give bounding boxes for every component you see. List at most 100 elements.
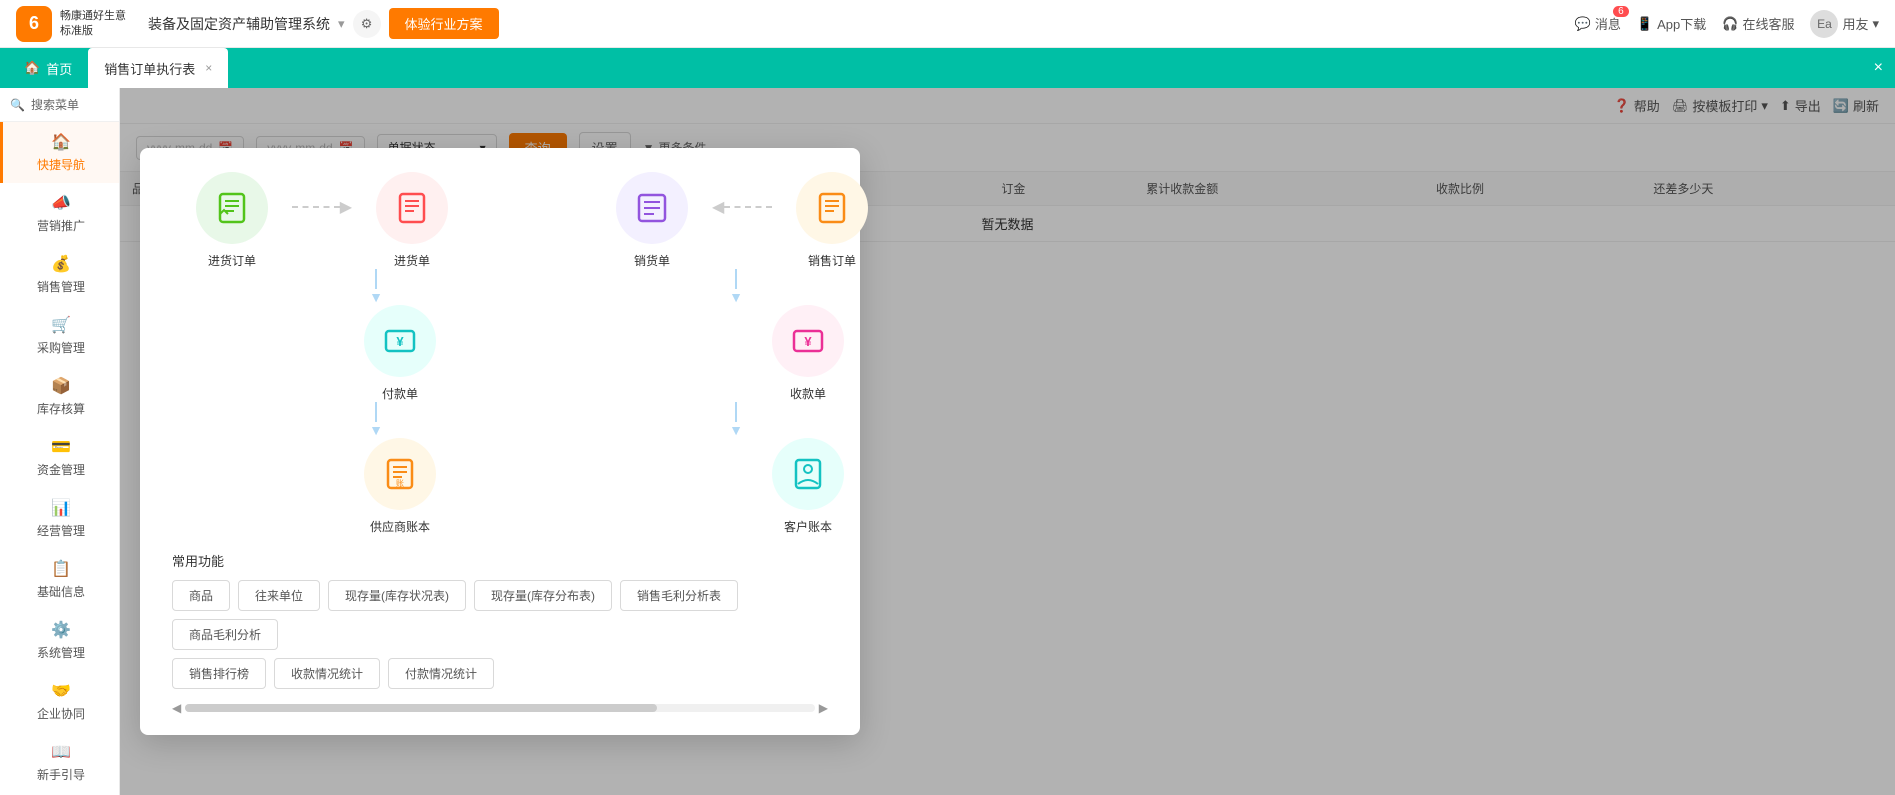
tab-sales-order-exec[interactable]: 销售订单执行表 × [88, 48, 228, 88]
sidebar-item-basic-info[interactable]: 📋 基础信息 [0, 549, 119, 610]
sidebar-item-sales-mgmt[interactable]: 💰 销售管理 [0, 244, 119, 305]
sidebar-item-marketing[interactable]: 📣 营销推广 [0, 183, 119, 244]
app-container: 6 畅康通好生意 标准版 装备及固定资产辅助管理系统 ▾ ⚙ 体验行业方案 💬 … [0, 0, 1895, 795]
message-icon: 💬 [1575, 16, 1591, 32]
sidebar-item-purchase-mgmt[interactable]: 🛒 采购管理 [0, 305, 119, 366]
purchase-icon: 🛒 [51, 315, 71, 335]
sidebar: 🔍 搜索菜单 🏠 快捷导航 📣 营销推广 💰 销售管理 🛒 采购管理 📦 [0, 88, 120, 795]
func-btn-payment-stats[interactable]: 付款情况统计 [388, 658, 494, 689]
modal-scrollbar: ◀ ▶ [172, 701, 828, 715]
online-service-btn[interactable]: 🎧 在线客服 [1722, 14, 1794, 33]
user-btn[interactable]: Ea 用友 ▾ [1810, 10, 1879, 38]
flow-node-supplier-ledger[interactable]: 账 供应商账本 [340, 438, 460, 535]
settings-icon[interactable]: ⚙ [353, 10, 381, 38]
sidebar-item-business-mgmt[interactable]: 📊 经营管理 [0, 488, 119, 549]
purchase-order-circle [196, 172, 268, 244]
guide-icon: 📖 [51, 742, 71, 762]
func-btn-collection-stats[interactable]: 收款情况统计 [274, 658, 380, 689]
sales-bill-circle [616, 172, 688, 244]
home-icon: 🏠 [24, 60, 40, 76]
sidebar-search[interactable]: 🔍 搜索菜单 [0, 88, 119, 122]
flow-diagram: 进货订单 ▶ 进 [172, 172, 828, 535]
app-download-btn[interactable]: 📱 App下载 [1637, 14, 1706, 33]
message-btn[interactable]: 💬 消息 6 [1575, 14, 1621, 33]
func-btn-sales-ranking[interactable]: 销售排行榜 [172, 658, 266, 689]
svg-text:¥: ¥ [396, 334, 404, 349]
func-buttons-row-2: 销售排行榜 收款情况统计 付款情况统计 [172, 658, 828, 689]
avatar: Ea [1810, 10, 1838, 38]
arrow-purchase-order-to-bill: ▶ [292, 197, 352, 245]
sidebar-item-enterprise[interactable]: 🤝 企业协同 [0, 671, 119, 732]
fund-icon: 💳 [51, 437, 71, 457]
receipt-bill-circle: ¥ [772, 305, 844, 377]
user-dropdown-icon: ▾ [1872, 16, 1879, 32]
customer-ledger-circle [772, 438, 844, 510]
scrollbar-thumb [185, 704, 657, 712]
func-buttons-row-1: 商品 往来单位 现存量(库存状况表) 现存量(库存分布表) 销售毛利分析表 商品… [172, 580, 828, 650]
tab-home[interactable]: 🏠 首页 [8, 48, 88, 88]
svg-text:账: 账 [396, 479, 404, 488]
system-name: 装备及固定资产辅助管理系统 [148, 14, 330, 34]
nav-bar: 🏠 首页 销售订单执行表 × × [0, 48, 1895, 88]
flow-node-purchase-bill[interactable]: 进货单 [352, 172, 472, 269]
svg-text:¥: ¥ [804, 334, 812, 349]
flow-row-arrows-2: ▼ ▼ [172, 402, 772, 438]
app-download-icon: 📱 [1637, 16, 1653, 32]
enterprise-icon: 🤝 [51, 681, 71, 701]
func-btn-inventory-dist[interactable]: 现存量(库存分布表) [474, 580, 612, 611]
logo-area: 6 畅康通好生意 标准版 [16, 6, 136, 42]
sales-order-circle [796, 172, 868, 244]
sidebar-item-quick-nav[interactable]: 🏠 快捷导航 [0, 122, 119, 183]
business-icon: 📊 [51, 498, 71, 518]
func-btn-product-profit[interactable]: 商品毛利分析 [172, 619, 278, 650]
quick-nav-modal: 进货订单 ▶ 进 [140, 148, 860, 735]
try-button[interactable]: 体验行业方案 [389, 8, 499, 39]
headset-icon: 🎧 [1722, 16, 1738, 32]
system-title: 装备及固定资产辅助管理系统 ▾ ⚙ 体验行业方案 [148, 8, 1563, 39]
purchase-bill-circle [376, 172, 448, 244]
scrollbar-track[interactable] [185, 704, 815, 712]
func-btn-inventory-status[interactable]: 现存量(库存状况表) [328, 580, 466, 611]
flow-row-3: 账 供应商账本 客户账本 [172, 438, 868, 535]
main-layout: 🔍 搜索菜单 🏠 快捷导航 📣 营销推广 💰 销售管理 🛒 采购管理 📦 [0, 88, 1895, 795]
flow-node-purchase-order[interactable]: 进货订单 [172, 172, 292, 269]
sales-icon: 💰 [51, 254, 71, 274]
flow-row-1: 进货订单 ▶ 进 [172, 172, 892, 269]
nav-close-icon[interactable]: × [1874, 59, 1883, 77]
sidebar-item-new-guide[interactable]: 📖 新手引导 [0, 732, 119, 793]
sidebar-item-sys-mgmt[interactable]: ⚙️ 系统管理 [0, 610, 119, 671]
func-btn-partners[interactable]: 往来单位 [238, 580, 320, 611]
logo-text: 畅康通好生意 标准版 [60, 9, 126, 38]
func-btn-products[interactable]: 商品 [172, 580, 230, 611]
flow-row-2: ¥ 付款单 ¥ 收款单 [172, 305, 868, 402]
logo-icon: 6 [16, 6, 52, 42]
flow-node-receipt-bill[interactable]: ¥ 收款单 [748, 305, 868, 402]
inventory-icon: 📦 [51, 376, 71, 396]
search-icon: 🔍 [10, 98, 25, 112]
flow-row-arrows-1: ▼ ▼ [172, 269, 772, 305]
payment-bill-circle: ¥ [364, 305, 436, 377]
flow-node-sales-order[interactable]: 销售订单 [772, 172, 892, 269]
arrow-sales-order-to-bill: ◀ [712, 197, 772, 245]
message-badge: 6 [1613, 6, 1629, 17]
flow-node-payment-bill[interactable]: ¥ 付款单 [340, 305, 460, 402]
home-nav-icon: 🏠 [51, 132, 71, 152]
common-functions-title: 常用功能 [172, 551, 828, 570]
tab-close-icon[interactable]: × [205, 61, 212, 75]
system-dropdown-icon[interactable]: ▾ [338, 16, 345, 32]
common-functions-section: 常用功能 商品 往来单位 现存量(库存状况表) 现存量(库存分布表) 销售毛利分… [172, 551, 828, 689]
modal-overlay[interactable]: 进货订单 ▶ 进 [120, 88, 1895, 795]
basic-info-icon: 📋 [51, 559, 71, 579]
supplier-ledger-circle: 账 [364, 438, 436, 510]
flow-node-sales-bill[interactable]: 销货单 [592, 172, 712, 269]
top-bar: 6 畅康通好生意 标准版 装备及固定资产辅助管理系统 ▾ ⚙ 体验行业方案 💬 … [0, 0, 1895, 48]
func-btn-sales-profit[interactable]: 销售毛利分析表 [620, 580, 738, 611]
sys-icon: ⚙️ [51, 620, 71, 640]
marketing-icon: 📣 [51, 193, 71, 213]
content-area: ❓ 帮助 🖨 按模板打印 ▾ ⬆ 导出 🔄 刷新 [120, 88, 1895, 795]
sidebar-item-inventory[interactable]: 📦 库存核算 [0, 366, 119, 427]
scrollbar-right-arrow[interactable]: ▶ [819, 701, 828, 715]
flow-node-customer-ledger[interactable]: 客户账本 [748, 438, 868, 535]
scrollbar-left-arrow[interactable]: ◀ [172, 701, 181, 715]
sidebar-item-fund-mgmt[interactable]: 💳 资金管理 [0, 427, 119, 488]
